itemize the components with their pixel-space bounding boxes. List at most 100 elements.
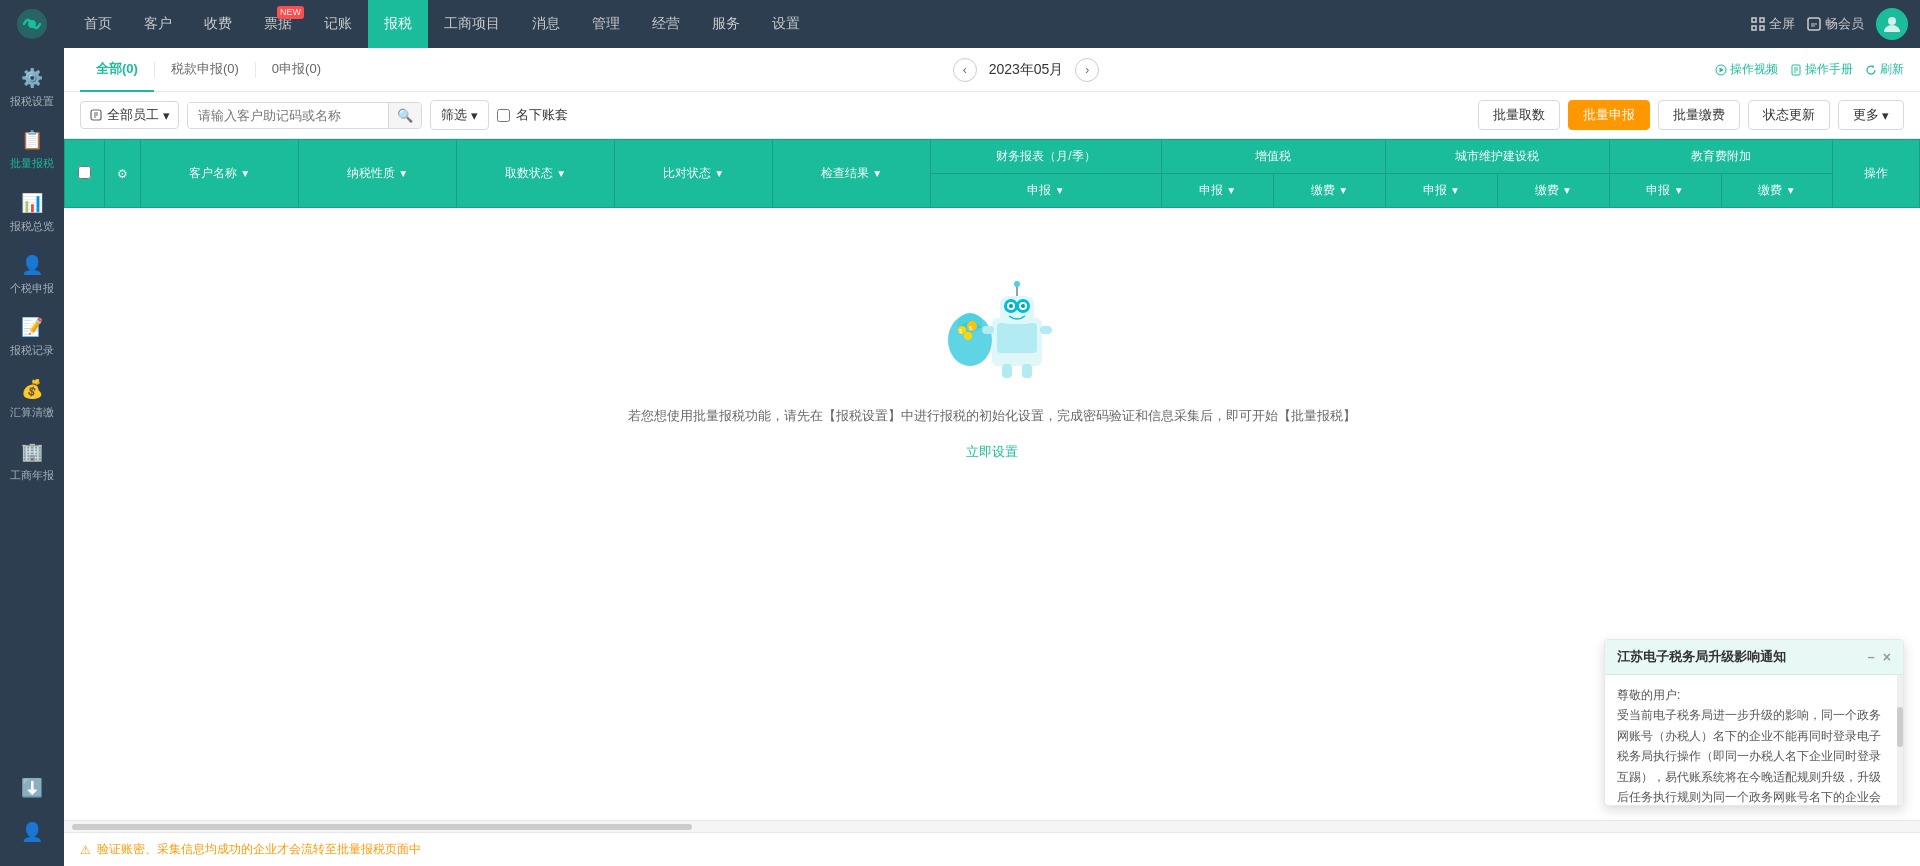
svg-marker-9 [1720, 67, 1725, 72]
accounts-checkbox[interactable]: 名下账套 [497, 106, 568, 124]
select-all-checkbox[interactable] [78, 166, 91, 179]
member-button[interactable]: 畅会员 [1807, 15, 1864, 33]
batch-pay-button[interactable]: 批量缴费 [1658, 100, 1740, 130]
scroll-track[interactable] [72, 824, 692, 830]
empty-message: 若您想使用批量报税功能，请先在【报税设置】中进行报税的初始化设置，完成密码验证和… [628, 404, 1356, 427]
accounts-checkbox-input[interactable] [497, 109, 510, 122]
th-urban-declare: 申报 ▼ [1385, 174, 1497, 208]
sidebar-item-settlement[interactable]: 💰 汇算清缴 [0, 367, 64, 429]
notification-close[interactable]: × [1883, 649, 1891, 665]
svg-point-26 [1009, 304, 1013, 308]
sidebar-item-batch-tax[interactable]: 📋 批量报税 [0, 118, 64, 180]
filter-button[interactable]: 筛选 ▾ [430, 100, 489, 130]
tab-all[interactable]: 全部(0) [80, 48, 154, 92]
svg-rect-5 [1760, 26, 1764, 30]
accounts-checkbox-label: 名下账套 [516, 106, 568, 124]
tax-settings-icon: ⚙️ [20, 66, 44, 90]
download-icon: ⬇️ [20, 776, 44, 800]
setup-link[interactable]: 立即设置 [966, 443, 1018, 461]
main-table: ⚙ 客户名称 ▼ 纳税性质 ▼ 取数状态 ▼ 比对状态 ▼ [64, 139, 1920, 501]
notification-content: 尊敬的用户: 受当前电子税务局进一步升级的影响，同一个政务网账号（办税人）名下的… [1617, 685, 1891, 805]
sidebar-item-tax-records[interactable]: 📝 报税记录 [0, 305, 64, 367]
sidebar-item-annual-report[interactable]: 🏢 工商年报 [0, 430, 64, 492]
svg-point-1 [28, 20, 36, 28]
scroll-indicator [64, 820, 1920, 832]
search-button[interactable]: 🔍 [388, 103, 421, 128]
sidebar-item-tax-settings[interactable]: ⚙️ 报税设置 [0, 56, 64, 118]
employee-select-label: 全部员工 [107, 106, 159, 124]
tab-tax-declare[interactable]: 税款申报(0) [155, 48, 255, 92]
search-input[interactable] [188, 103, 388, 128]
svg-point-27 [1021, 304, 1025, 308]
th-checkbox [65, 140, 105, 208]
more-button[interactable]: 更多 ▾ [1838, 100, 1904, 130]
status-update-button[interactable]: 状态更新 [1748, 100, 1830, 130]
nav-bookkeeping[interactable]: 记账 [308, 0, 368, 48]
th-compare-status: 比对状态 ▼ [614, 140, 772, 208]
tax-summary-icon: 📊 [20, 191, 44, 215]
tabs-mid: ‹ 2023年05月 › [337, 58, 1715, 82]
th-vat: 增值税 [1162, 140, 1386, 174]
sidebar-item-user[interactable]: 👤 [0, 810, 64, 854]
warning-icon: ⚠ [80, 843, 91, 857]
employee-select[interactable]: 全部员工 ▾ [80, 101, 179, 129]
th-check-result: 检查结果 ▼ [772, 140, 930, 208]
th-finance-declare: 申报 ▼ [930, 174, 1161, 208]
th-vat-declare: 申报 ▼ [1162, 174, 1274, 208]
svg-point-7 [1888, 17, 1896, 25]
personal-tax-icon: 👤 [20, 253, 44, 277]
notification-minimize[interactable]: – [1868, 649, 1875, 665]
month-prev-button[interactable]: ‹ [953, 58, 977, 82]
invoice-badge: NEW [277, 6, 304, 19]
tabs-bar: 全部(0) 税款申报(0) 0申报(0) ‹ 2023年05月 › 操作视频 [64, 48, 1920, 92]
fullscreen-button[interactable]: 全屏 [1751, 15, 1795, 33]
nav-service[interactable]: 服务 [696, 0, 756, 48]
th-settings: ⚙ [105, 140, 141, 208]
batch-fetch-button[interactable]: 批量取数 [1478, 100, 1560, 130]
sidebar-label-tax-settings: 报税设置 [10, 94, 54, 108]
action-refresh[interactable]: 刷新 [1865, 61, 1904, 78]
svg-point-16 [964, 332, 972, 340]
th-urban: 城市维护建设税 [1385, 140, 1609, 174]
th-name: 客户名称 ▼ [141, 140, 299, 208]
th-education: 教育费附加 [1609, 140, 1833, 174]
nav-manage[interactable]: 管理 [576, 0, 636, 48]
nav-right: 全屏 畅会员 [1751, 8, 1908, 40]
nav-fee[interactable]: 收费 [188, 0, 248, 48]
batch-declare-button[interactable]: 批量申报 [1568, 100, 1650, 130]
top-nav: 首页 客户 收费 票据 NEW 记账 报税 工商项目 消息 管理 经营 服务 设… [0, 0, 1920, 48]
nav-tax[interactable]: 报税 [368, 0, 428, 48]
tab-zero-declare[interactable]: 0申报(0) [256, 48, 337, 92]
nav-invoice[interactable]: 票据 NEW [248, 0, 308, 48]
svg-rect-32 [1002, 364, 1012, 378]
nav-message[interactable]: 消息 [516, 0, 576, 48]
employee-select-arrow: ▾ [163, 108, 170, 123]
action-video[interactable]: 操作视频 [1715, 61, 1778, 78]
user-avatar[interactable] [1876, 8, 1908, 40]
nav-business[interactable]: 工商项目 [428, 0, 516, 48]
nav-operation[interactable]: 经营 [636, 0, 696, 48]
svg-rect-4 [1752, 26, 1756, 30]
sidebar-label-batch-tax: 批量报税 [10, 156, 54, 170]
nav-settings[interactable]: 设置 [756, 0, 816, 48]
month-next-button[interactable]: › [1075, 58, 1099, 82]
nav-home[interactable]: 首页 [68, 0, 128, 48]
batch-tax-icon: 📋 [20, 128, 44, 152]
action-manual[interactable]: 操作手册 [1790, 61, 1853, 78]
sidebar-item-personal-tax[interactable]: 👤 个税申报 [0, 243, 64, 305]
notification-header: 江苏电子税务局升级影响通知 – × [1605, 640, 1903, 675]
empty-state-row: $ $ [65, 208, 1920, 502]
sidebar-item-tax-summary[interactable]: 📊 报税总览 [0, 181, 64, 243]
tabs-right: 操作视频 操作手册 刷新 [1715, 61, 1904, 78]
notification-body: 尊敬的用户: 受当前电子税务局进一步升级的影响，同一个政务网账号（办税人）名下的… [1605, 675, 1903, 805]
sidebar-bottom: ⬇️ 👤 [0, 766, 64, 866]
svg-rect-20 [997, 323, 1037, 353]
nav-customer[interactable]: 客户 [128, 0, 188, 48]
sidebar-item-download[interactable]: ⬇️ [0, 766, 64, 810]
search-wrap: 🔍 [187, 102, 422, 129]
bottom-warning-text: 验证账密、采集信息均成功的企业才会流转至批量报税页面中 [97, 841, 421, 858]
logo[interactable] [12, 4, 52, 44]
notification-scrollbar[interactable] [1897, 675, 1903, 805]
tax-records-icon: 📝 [20, 315, 44, 339]
annual-report-icon: 🏢 [20, 440, 44, 464]
